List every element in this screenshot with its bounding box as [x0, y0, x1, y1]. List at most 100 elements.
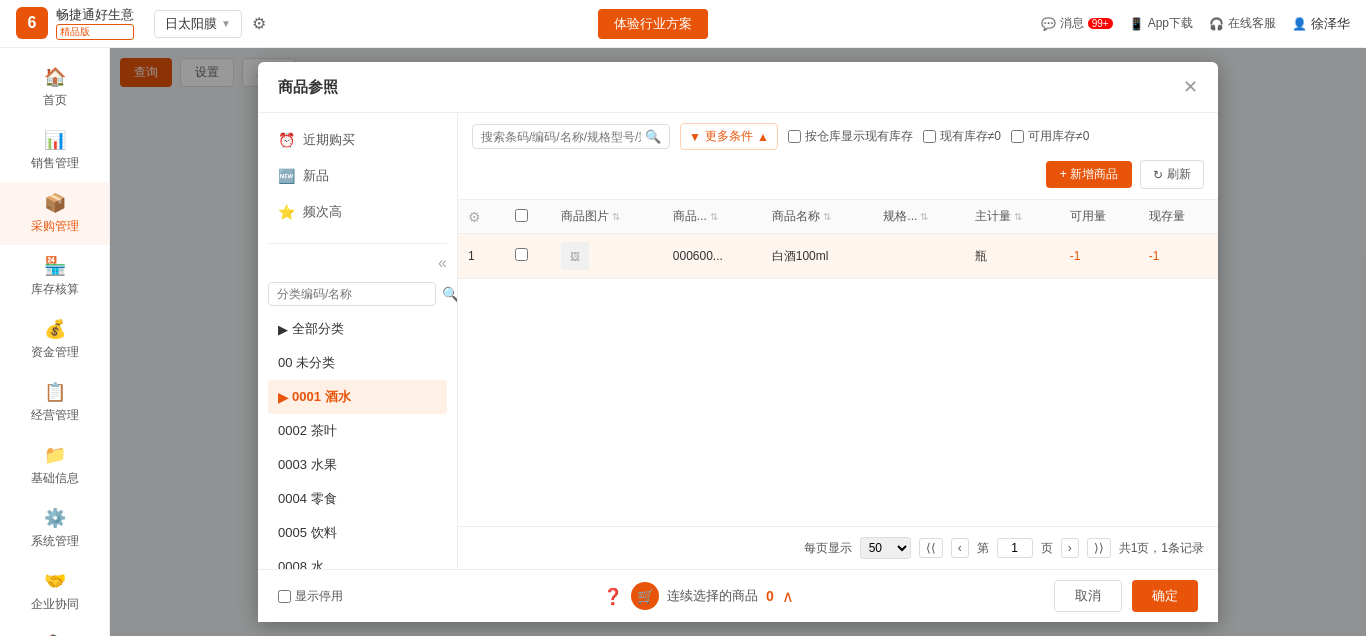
td-stock: -1: [1139, 234, 1218, 279]
sidebar-item-guide[interactable]: 📚 新手引导: [0, 623, 109, 636]
select-all-checkbox[interactable]: [515, 209, 528, 222]
total-info: 共1页，1条记录: [1119, 540, 1204, 557]
category-search-icon[interactable]: 🔍: [442, 286, 458, 302]
category-0008[interactable]: 0008 水: [268, 550, 447, 569]
toolbar-right-actions: + 新增商品 ↻ 刷新: [1046, 160, 1204, 189]
td-code: 000600...: [663, 234, 762, 279]
tab-frequent[interactable]: ⭐ 频次高: [268, 195, 447, 229]
sidebar-item-system[interactable]: ⚙️ 系统管理: [0, 497, 109, 560]
checkbox-available-stock[interactable]: 可用库存≠0: [1011, 128, 1089, 145]
app-download-item[interactable]: 📱 App下载: [1129, 15, 1193, 32]
settings-icon[interactable]: ⚙: [252, 14, 266, 33]
col-unit-label: 主计量: [975, 208, 1011, 225]
col-name-sort[interactable]: 商品名称 ⇅: [772, 208, 864, 225]
product-dialog: 商品参照 ✕ ⏰ 近期购买 🆕 新: [258, 62, 1218, 622]
page-input[interactable]: [997, 538, 1033, 558]
filter-btn[interactable]: ▼ 更多条件 ▲: [680, 123, 778, 150]
refresh-btn[interactable]: ↻ 刷新: [1140, 160, 1204, 189]
operations-icon: 📋: [44, 381, 66, 403]
sort-icon: ⇅: [1014, 211, 1022, 222]
tab-new-product[interactable]: 🆕 新品: [268, 159, 447, 193]
category-label: 0004 零食: [278, 490, 337, 508]
nav-selector-arrow: ▼: [221, 18, 231, 29]
col-stock-label: 现存量: [1149, 209, 1185, 223]
checkbox-existing-input[interactable]: [923, 130, 936, 143]
headset-icon: 🎧: [1209, 17, 1224, 31]
confirm-btn[interactable]: 确定: [1132, 580, 1198, 612]
cart-icon[interactable]: 🛒: [631, 582, 659, 610]
sidebar-item-home[interactable]: 🏠 首页: [0, 56, 109, 119]
category-0002[interactable]: 0002 茶叶: [268, 414, 447, 448]
column-settings-icon[interactable]: ⚙: [468, 209, 481, 225]
col-code-sort[interactable]: 商品... ⇅: [673, 208, 752, 225]
experience-btn[interactable]: 体验行业方案: [598, 9, 708, 39]
show-disabled-label[interactable]: 显示停用: [278, 588, 343, 605]
nav-selector[interactable]: 日太阳膜 ▼: [154, 10, 242, 38]
category-00[interactable]: 00 未分类: [268, 346, 447, 380]
help-icon[interactable]: ❓: [603, 587, 623, 606]
category-0003[interactable]: 0003 水果: [268, 448, 447, 482]
checkbox-warehouse-input[interactable]: [788, 130, 801, 143]
sort-icon: ⇅: [612, 211, 620, 222]
td-name: 白酒100ml: [762, 234, 874, 279]
show-disabled-checkbox[interactable]: [278, 590, 291, 603]
next-page-btn[interactable]: ›: [1061, 538, 1079, 558]
dialog-footer: 显示停用 ❓ 🛒 连续选择的商品 0 ∧ 取消 确定: [258, 569, 1218, 622]
category-0005[interactable]: 0005 饮料: [268, 516, 447, 550]
message-nav-item[interactable]: 💬 消息 99+: [1041, 15, 1113, 32]
pagination: 每页显示 50 20 100 ⟨⟨ ‹ 第 页 ›: [458, 526, 1218, 569]
per-page-label: 每页显示: [804, 540, 852, 557]
product-table-wrap: ⚙ 商品图片 ⇅: [458, 200, 1218, 526]
col-spec-sort[interactable]: 规格... ⇅: [883, 208, 955, 225]
category-search-input[interactable]: [268, 282, 436, 306]
per-page-select[interactable]: 50 20 100: [860, 537, 911, 559]
tab-recent-purchase[interactable]: ⏰ 近期购买: [268, 123, 447, 157]
sidebar-item-label: 系统管理: [31, 533, 79, 550]
sidebar-item-purchase[interactable]: 📦 采购管理: [0, 182, 109, 245]
sidebar-item-basics[interactable]: 📁 基础信息: [0, 434, 109, 497]
user-icon: 👤: [1292, 17, 1307, 31]
tab-label: 频次高: [303, 203, 342, 221]
table-body: 1 🖼 000600... 白酒100ml 瓶: [458, 234, 1218, 279]
table-row[interactable]: 1 🖼 000600... 白酒100ml 瓶: [458, 234, 1218, 279]
sidebar-item-operations[interactable]: 📋 经营管理: [0, 371, 109, 434]
checkbox-warehouse-stock[interactable]: 按仓库显示现有库存: [788, 128, 913, 145]
td-checkbox: [505, 234, 552, 279]
checkbox-available-input[interactable]: [1011, 130, 1024, 143]
first-page-btn[interactable]: ⟨⟨: [919, 538, 943, 558]
brand-name: 畅捷通好生意: [56, 7, 134, 24]
collapse-btn[interactable]: «: [258, 250, 457, 276]
col-name-label: 商品名称: [772, 208, 820, 225]
footer-left: 显示停用: [278, 588, 343, 605]
sidebar-item-label: 基础信息: [31, 470, 79, 487]
filter-collapse-icon: ▲: [757, 130, 769, 144]
last-page-btn[interactable]: ⟩⟩: [1087, 538, 1111, 558]
col-unit-sort[interactable]: 主计量 ⇅: [975, 208, 1050, 225]
search-icon[interactable]: 🔍: [645, 129, 661, 144]
category-0001[interactable]: ▶ 0001 酒水: [268, 380, 447, 414]
row-checkbox[interactable]: [515, 248, 528, 261]
dialog-close-button[interactable]: ✕: [1183, 76, 1198, 98]
sidebar-item-finance[interactable]: 💰 资金管理: [0, 308, 109, 371]
cancel-btn[interactable]: 取消: [1054, 580, 1122, 612]
sidebar-item-enterprise[interactable]: 🤝 企业协同: [0, 560, 109, 623]
category-all[interactable]: ▶ 全部分类: [268, 312, 447, 346]
category-0004[interactable]: 0004 零食: [268, 482, 447, 516]
td-available: -1: [1060, 234, 1139, 279]
online-service-item[interactable]: 🎧 在线客服: [1209, 15, 1276, 32]
user-item[interactable]: 👤 徐泽华: [1292, 15, 1350, 33]
sidebar-item-sales[interactable]: 📊 销售管理: [0, 119, 109, 182]
prev-page-btn[interactable]: ‹: [951, 538, 969, 558]
search-input[interactable]: [481, 130, 641, 144]
message-icon: 💬: [1041, 17, 1056, 31]
col-image-sort[interactable]: 商品图片 ⇅: [561, 208, 653, 225]
stock-value: -1: [1149, 249, 1160, 263]
enterprise-icon: 🤝: [44, 570, 66, 592]
nav-selector-label: 日太阳膜: [165, 15, 217, 33]
add-product-btn[interactable]: + 新增商品: [1046, 161, 1132, 188]
checkbox-existing-stock[interactable]: 现有库存≠0: [923, 128, 1001, 145]
collapse-cart-icon[interactable]: ∧: [782, 587, 794, 606]
category-arrow: ▶: [278, 322, 288, 337]
sidebar-item-inventory[interactable]: 🏪 库存核算: [0, 245, 109, 308]
topnav-middle: 体验行业方案: [266, 9, 1041, 39]
